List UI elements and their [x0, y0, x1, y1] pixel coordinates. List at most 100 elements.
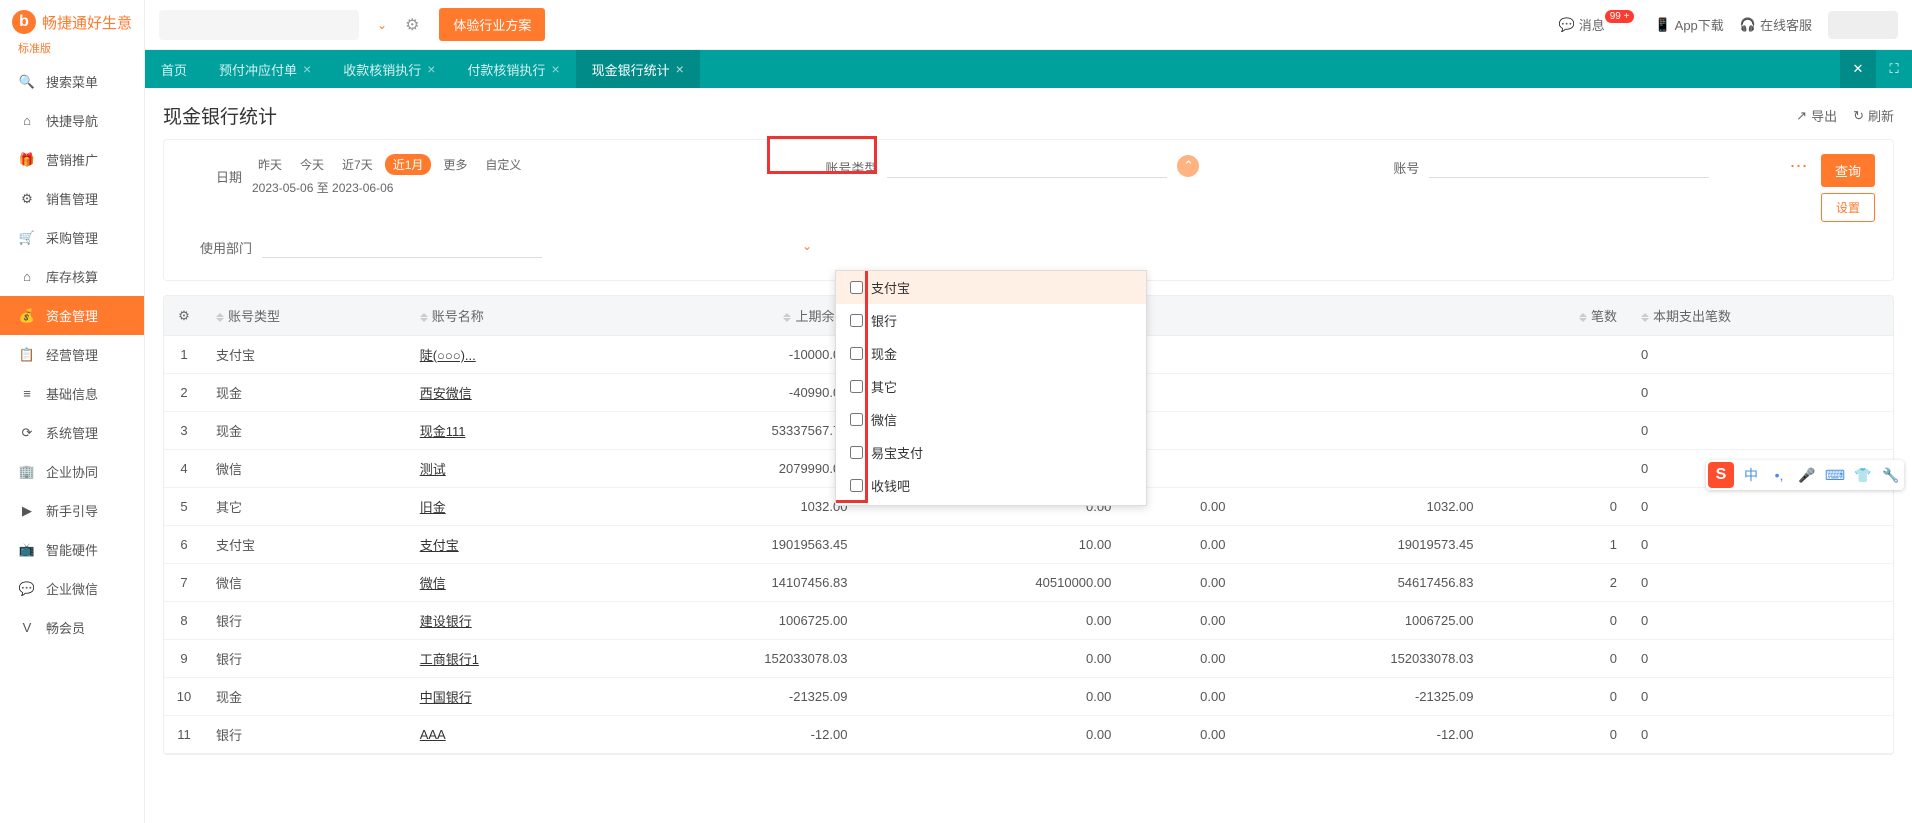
- sidebar-item-13[interactable]: 💬企业微信: [0, 569, 144, 608]
- sidebar-item-0[interactable]: 🔍搜索菜单: [0, 62, 144, 101]
- dropdown-option-7[interactable]: 长沙银行: [836, 502, 1146, 506]
- account-link[interactable]: 旧金: [420, 500, 446, 515]
- chevron-down-icon[interactable]: ⌄: [802, 239, 812, 253]
- sidebar-item-6[interactable]: 💰资金管理: [0, 296, 144, 335]
- query-button[interactable]: 查询: [1821, 154, 1875, 187]
- col-8[interactable]: 笔数: [1486, 296, 1630, 336]
- headset-icon: 🎧: [1740, 17, 1756, 33]
- close-icon[interactable]: ×: [427, 61, 435, 77]
- more-dots-icon[interactable]: ⋯: [1789, 156, 1809, 177]
- sidebar-item-4[interactable]: 🛒采购管理: [0, 218, 144, 257]
- col-type[interactable]: 账号类型: [204, 296, 408, 336]
- account-link[interactable]: 中国银行: [420, 690, 472, 705]
- dropdown-option-6[interactable]: 收钱吧: [836, 469, 1146, 502]
- ime-punct-icon[interactable]: •,: [1768, 464, 1790, 486]
- tab-0[interactable]: 首页: [145, 50, 203, 88]
- dropdown-option-4[interactable]: 微信: [836, 403, 1146, 436]
- dropdown-option-5[interactable]: 易宝支付: [836, 436, 1146, 469]
- dept-input[interactable]: [262, 234, 542, 258]
- messages-link[interactable]: 💬 消息 99 +: [1559, 15, 1639, 34]
- support-link[interactable]: 🎧 在线客服: [1740, 15, 1812, 34]
- account-link[interactable]: 建设银行: [420, 614, 472, 629]
- menu-label: 智能硬件: [46, 540, 98, 559]
- dropdown-option-0[interactable]: 支付宝: [836, 271, 1146, 304]
- dropdown-option-3[interactable]: 其它: [836, 370, 1146, 403]
- checkbox[interactable]: [850, 380, 863, 393]
- checkbox[interactable]: [850, 281, 863, 294]
- sidebar-item-1[interactable]: ⌂快捷导航: [0, 101, 144, 140]
- sidebar-item-2[interactable]: 🎁营销推广: [0, 140, 144, 179]
- ime-toolbox-icon[interactable]: 🔧: [1880, 464, 1902, 486]
- ime-lang[interactable]: 中: [1740, 464, 1762, 486]
- checkbox[interactable]: [850, 446, 863, 459]
- checkbox[interactable]: [850, 347, 863, 360]
- close-icon[interactable]: ×: [303, 61, 311, 77]
- dropdown-option-2[interactable]: 现金: [836, 337, 1146, 370]
- refresh-button[interactable]: ↻刷新: [1853, 106, 1894, 125]
- tab-3[interactable]: 付款核销执行×: [451, 50, 575, 88]
- tab-1[interactable]: 预付冲应付单×: [203, 50, 327, 88]
- chevron-down-icon[interactable]: ⌄: [377, 18, 387, 32]
- date-opt-3[interactable]: 近1月: [385, 154, 432, 175]
- collapse-icon[interactable]: ⌃: [1177, 155, 1199, 177]
- avatar[interactable]: [1828, 11, 1898, 39]
- account-link[interactable]: 工商银行1: [420, 652, 479, 667]
- menu-label: 新手引导: [46, 501, 98, 520]
- menu-label: 经营管理: [46, 345, 98, 364]
- menu-label: 畅会员: [46, 618, 85, 637]
- account-link[interactable]: 微信: [420, 576, 446, 591]
- sidebar-item-12[interactable]: 📺智能硬件: [0, 530, 144, 569]
- gear-icon[interactable]: ⚙: [405, 15, 419, 35]
- app-download-link[interactable]: 📱 App下载: [1654, 15, 1723, 34]
- col-name[interactable]: 账号名称: [408, 296, 612, 336]
- table-row: 10现金中国银行-21325.090.000.00-21325.0900: [164, 678, 1893, 716]
- close-all-tabs[interactable]: ✕: [1840, 50, 1876, 88]
- ime-logo-icon[interactable]: S: [1708, 462, 1734, 488]
- tab-4[interactable]: 现金银行统计×: [576, 50, 700, 88]
- col-payout[interactable]: 本期支出笔数: [1629, 296, 1893, 336]
- account-input[interactable]: [1429, 154, 1709, 178]
- menu-label: 库存核算: [46, 267, 98, 286]
- org-selector[interactable]: [159, 10, 359, 40]
- try-plan-button[interactable]: 体验行业方案: [439, 8, 545, 41]
- checkbox[interactable]: [850, 479, 863, 492]
- sidebar-item-7[interactable]: 📋经营管理: [0, 335, 144, 374]
- export-button[interactable]: ↗导出: [1796, 106, 1837, 125]
- settings-button[interactable]: 设置: [1821, 193, 1875, 222]
- sidebar-item-5[interactable]: ⌂库存核算: [0, 257, 144, 296]
- account-link[interactable]: 陡(○○○)...: [420, 348, 476, 363]
- col-7[interactable]: [1237, 296, 1485, 336]
- account-link[interactable]: 现金111: [420, 424, 466, 439]
- account-link[interactable]: AAA: [420, 727, 446, 742]
- ime-skin-icon[interactable]: 👕: [1852, 464, 1874, 486]
- menu-label: 系统管理: [46, 423, 98, 442]
- date-opt-0[interactable]: 昨天: [252, 154, 288, 175]
- sidebar-item-8[interactable]: ≡基础信息: [0, 374, 144, 413]
- account-type-input[interactable]: [887, 154, 1167, 178]
- fullscreen-icon[interactable]: ⛶: [1876, 50, 1912, 88]
- col-prev[interactable]: 上期余额: [611, 296, 859, 336]
- sidebar-item-10[interactable]: 🏢企业协同: [0, 452, 144, 491]
- account-link[interactable]: 支付宝: [420, 538, 459, 553]
- col-settings[interactable]: ⚙: [164, 296, 204, 336]
- sidebar-item-11[interactable]: ▶新手引导: [0, 491, 144, 530]
- close-icon[interactable]: ×: [551, 61, 559, 77]
- tab-2[interactable]: 收款核销执行×: [327, 50, 451, 88]
- date-opt-2[interactable]: 近7天: [336, 154, 379, 175]
- date-label: 日期: [182, 165, 252, 186]
- checkbox[interactable]: [850, 314, 863, 327]
- ime-keyboard-icon[interactable]: ⌨: [1824, 464, 1846, 486]
- sidebar-item-3[interactable]: ⚙销售管理: [0, 179, 144, 218]
- date-opt-5[interactable]: 自定义: [479, 154, 527, 175]
- date-opt-4[interactable]: 更多: [437, 154, 473, 175]
- account-link[interactable]: 西安微信: [420, 386, 472, 401]
- checkbox[interactable]: [850, 413, 863, 426]
- dropdown-option-1[interactable]: 银行: [836, 304, 1146, 337]
- sidebar-item-14[interactable]: V畅会员: [0, 608, 144, 647]
- sidebar-item-9[interactable]: ⟳系统管理: [0, 413, 144, 452]
- date-opt-1[interactable]: 今天: [294, 154, 330, 175]
- account-link[interactable]: 测试: [420, 462, 446, 477]
- close-icon[interactable]: ×: [676, 61, 684, 77]
- menu-icon: 💬: [18, 580, 36, 598]
- ime-mic-icon[interactable]: 🎤: [1796, 464, 1818, 486]
